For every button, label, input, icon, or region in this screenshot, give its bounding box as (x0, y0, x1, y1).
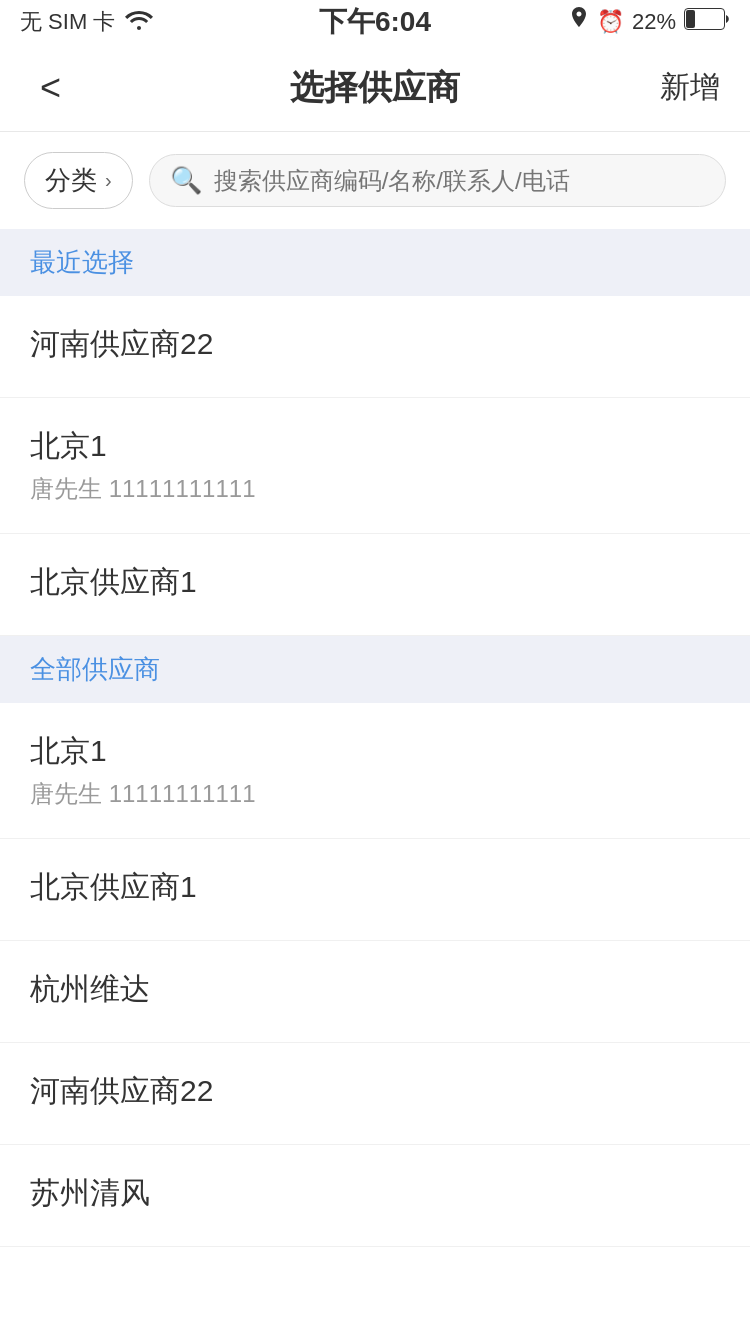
list-item[interactable]: 北京1 唐先生 11111111111 (0, 703, 750, 839)
list-item[interactable]: 河南供应商22 (0, 296, 750, 398)
svg-rect-1 (686, 10, 695, 28)
item-name: 河南供应商22 (30, 324, 720, 365)
battery-icon (684, 8, 730, 36)
list-item[interactable]: 河南供应商22 (0, 1043, 750, 1145)
section-header-all: 全部供应商 (0, 636, 750, 703)
alarm-icon: ⏰ (597, 9, 624, 35)
item-name: 苏州清风 (30, 1173, 720, 1214)
item-name: 北京供应商1 (30, 562, 720, 603)
nav-bar: < 选择供应商 新增 (0, 44, 750, 132)
battery-text: 22% (632, 9, 676, 35)
chevron-right-icon: › (105, 169, 112, 192)
section-title-recent: 最近选择 (30, 247, 134, 277)
list-container: 最近选择河南供应商22 北京1 唐先生 11111111111 北京供应商1 全部供应商… (0, 229, 750, 1247)
page-title: 选择供应商 (290, 65, 460, 111)
category-filter[interactable]: 分类 › (24, 152, 133, 209)
status-left: 无 SIM 卡 (20, 7, 153, 37)
item-sub: 唐先生 11111111111 (30, 473, 720, 505)
search-input[interactable] (214, 167, 705, 195)
search-box[interactable]: 🔍 (149, 154, 726, 207)
list-item[interactable]: 苏州清风 (0, 1145, 750, 1247)
back-button[interactable]: < (30, 57, 71, 119)
item-name: 杭州维达 (30, 969, 720, 1010)
status-right: ⏰ 22% (569, 7, 730, 37)
item-name: 北京1 (30, 426, 720, 467)
status-time: 下午6:04 (319, 3, 431, 41)
add-button[interactable]: 新增 (660, 67, 720, 108)
list-item[interactable]: 杭州维达 (0, 941, 750, 1043)
item-name: 河南供应商22 (30, 1071, 720, 1112)
item-name: 北京1 (30, 731, 720, 772)
filter-bar: 分类 › 🔍 (0, 132, 750, 229)
location-icon (569, 7, 589, 37)
list-item[interactable]: 北京1 唐先生 11111111111 (0, 398, 750, 534)
section-title-all: 全部供应商 (30, 654, 160, 684)
carrier-text: 无 SIM 卡 (20, 7, 115, 37)
section-header-recent: 最近选择 (0, 229, 750, 296)
list-item[interactable]: 北京供应商1 (0, 839, 750, 941)
item-name: 北京供应商1 (30, 867, 720, 908)
category-label: 分类 (45, 163, 97, 198)
search-icon: 🔍 (170, 165, 202, 196)
list-item[interactable]: 北京供应商1 (0, 534, 750, 636)
wifi-icon (125, 8, 153, 36)
status-bar: 无 SIM 卡 下午6:04 ⏰ 22% (0, 0, 750, 44)
item-sub: 唐先生 11111111111 (30, 778, 720, 810)
